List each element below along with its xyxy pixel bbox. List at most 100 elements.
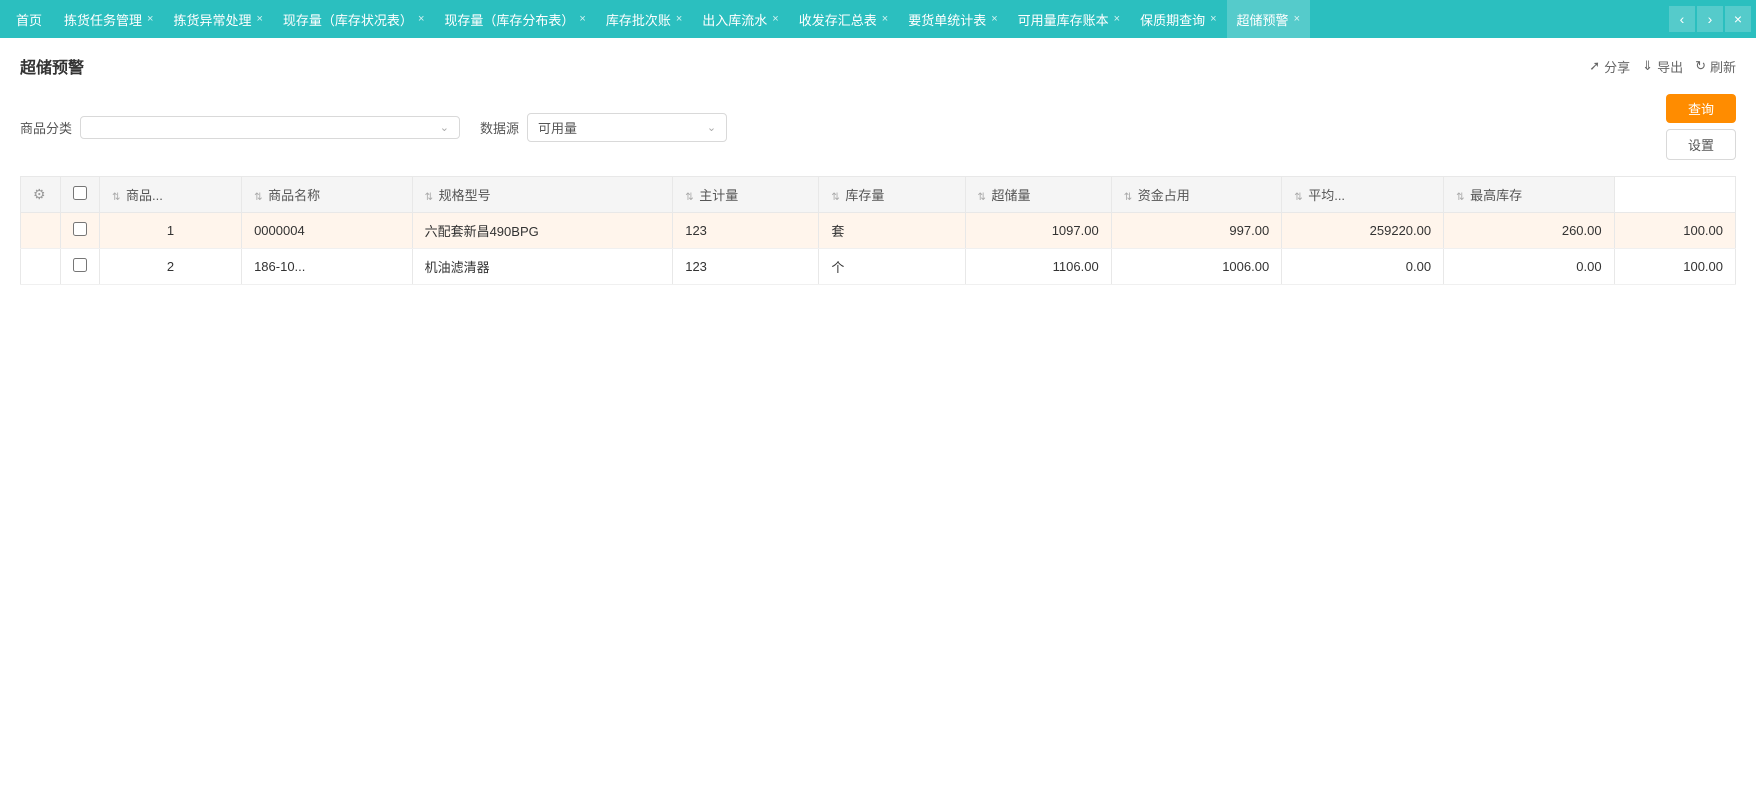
th-capital-occupy[interactable]: ⇅ 资金占用 [1111, 177, 1282, 213]
product-category-filter: 商品分类 ⌄ [20, 116, 460, 139]
row-gear-cell [21, 213, 61, 249]
page-container: 超储预警 ➚ 分享 ⇓ 导出 ↻ 刷新 商品分类 ⌄ 数据源 [0, 38, 1756, 800]
nav-next-button[interactable]: › [1697, 6, 1723, 32]
refresh-button[interactable]: ↻ 刷新 [1695, 57, 1736, 76]
sort-icon-avg-cost: ⇅ [1294, 192, 1302, 203]
th-product-code[interactable]: ⇅ 商品... [100, 177, 242, 213]
filter-row: 商品分类 ⌄ 数据源 可用量 ⌄ 查询 设置 [20, 94, 1736, 160]
data-source-filter: 数据源 可用量 ⌄ [480, 113, 727, 142]
row-gear-cell [21, 249, 61, 285]
nav-close-button[interactable]: × [1725, 6, 1751, 32]
nav-tab-7[interactable]: 要货单统计表 × [898, 0, 1007, 38]
th-spec[interactable]: ⇅ 规格型号 [412, 177, 673, 213]
data-table: ⚙ ⇅ 商品... ⇅ 商品名称 ⇅ 规格型号 ⇅ [20, 176, 1736, 285]
row-spec-0: 123 [673, 213, 819, 249]
table-row: 2 186-10... 机油滤清器 123 个 1106.00 1006.00 … [21, 249, 1736, 285]
select-all-checkbox[interactable] [73, 186, 87, 200]
row-over-stock-0: 997.00 [1111, 213, 1282, 249]
data-source-select[interactable]: 可用量 ⌄ [527, 113, 727, 142]
th-max-stock[interactable]: ⇅ 最高库存 [1444, 177, 1615, 213]
data-source-chevron: ⌄ [707, 121, 716, 134]
row-checkbox-cell [61, 249, 100, 285]
share-icon: ➚ [1589, 58, 1600, 74]
row-checkbox-cell [61, 213, 100, 249]
close-tab-9[interactable]: × [1210, 13, 1216, 25]
nav-tab-5[interactable]: 出入库流水 × [692, 0, 788, 38]
column-settings-icon[interactable]: ⚙ [33, 186, 46, 202]
th-stock[interactable]: ⇅ 库存量 [819, 177, 965, 213]
data-source-label: 数据源 [480, 118, 519, 137]
row-num-1: 2 [100, 249, 242, 285]
nav-tab-1[interactable]: 拣货异常处理 × [163, 0, 272, 38]
row-unit-0: 套 [819, 213, 965, 249]
row-stock-1: 1106.00 [965, 249, 1111, 285]
nav-tab-2[interactable]: 现存量（库存状况表） × [273, 0, 434, 38]
close-tab-10[interactable]: × [1294, 13, 1300, 25]
close-tab-4[interactable]: × [676, 13, 682, 25]
th-avg-cost[interactable]: ⇅ 平均... [1282, 177, 1444, 213]
filter-actions: 查询 设置 [1666, 94, 1736, 160]
sort-icon-unit: ⇅ [685, 192, 693, 203]
sort-icon-product-code: ⇅ [112, 192, 120, 203]
export-button[interactable]: ⇓ 导出 [1642, 57, 1683, 76]
close-tab-5[interactable]: × [772, 13, 778, 25]
table-row: 1 0000004 六配套新昌490BPG 123 套 1097.00 997.… [21, 213, 1736, 249]
nav-tab-10[interactable]: 超储预警 × [1227, 0, 1310, 38]
nav-tab-6[interactable]: 收发存汇总表 × [789, 0, 898, 38]
row-product-name-1: 机油滤清器 [412, 249, 673, 285]
page-title: 超储预警 [20, 54, 84, 78]
sort-icon-max-stock: ⇅ [1456, 192, 1464, 203]
close-tab-1[interactable]: × [256, 13, 262, 25]
row-num-0: 1 [100, 213, 242, 249]
product-category-select[interactable]: ⌄ [80, 116, 460, 139]
th-checkbox [61, 177, 100, 213]
row-max-stock-0: 100.00 [1614, 213, 1735, 249]
share-button[interactable]: ➚ 分享 [1589, 57, 1630, 76]
nav-arrows: ‹ › × [1668, 6, 1752, 32]
nav-tab-3[interactable]: 现存量（库存分布表） × [434, 0, 595, 38]
nav-tab-8[interactable]: 可用量库存账本 × [1008, 0, 1130, 38]
page-header: 超储预警 ➚ 分享 ⇓ 导出 ↻ 刷新 [20, 54, 1736, 78]
top-nav: 首页 拣货任务管理 × 拣货异常处理 × 现存量（库存状况表） × 现存量（库存… [0, 0, 1756, 38]
close-tab-7[interactable]: × [991, 13, 997, 25]
close-tab-0[interactable]: × [147, 13, 153, 25]
data-source-value: 可用量 [538, 118, 577, 137]
row-capital-occupy-0: 259220.00 [1282, 213, 1444, 249]
row-stock-0: 1097.00 [965, 213, 1111, 249]
th-product-name[interactable]: ⇅ 商品名称 [242, 177, 413, 213]
product-category-label: 商品分类 [20, 118, 72, 137]
row-checkbox-0[interactable] [73, 222, 87, 236]
sort-icon-spec: ⇅ [425, 192, 433, 203]
close-tab-2[interactable]: × [418, 13, 424, 25]
row-product-name-0: 六配套新昌490BPG [412, 213, 673, 249]
sort-icon-over-stock: ⇅ [978, 192, 986, 203]
close-tab-8[interactable]: × [1114, 13, 1120, 25]
sort-icon-product-name: ⇅ [254, 192, 262, 203]
nav-prev-button[interactable]: ‹ [1669, 6, 1695, 32]
row-product-code-0: 0000004 [242, 213, 413, 249]
product-category-chevron: ⌄ [440, 121, 449, 134]
row-checkbox-1[interactable] [73, 258, 87, 272]
row-unit-1: 个 [819, 249, 965, 285]
row-avg-cost-1: 0.00 [1444, 249, 1615, 285]
export-icon: ⇓ [1642, 58, 1653, 74]
nav-home[interactable]: 首页 [4, 10, 54, 29]
th-unit[interactable]: ⇅ 主计量 [673, 177, 819, 213]
query-button[interactable]: 查询 [1666, 94, 1736, 123]
header-actions: ➚ 分享 ⇓ 导出 ↻ 刷新 [1589, 57, 1736, 76]
row-avg-cost-0: 260.00 [1444, 213, 1615, 249]
th-gear: ⚙ [21, 177, 61, 213]
nav-tab-9[interactable]: 保质期查询 × [1130, 0, 1226, 38]
row-spec-1: 123 [673, 249, 819, 285]
row-product-code-1: 186-10... [242, 249, 413, 285]
nav-tab-4[interactable]: 库存批次账 × [596, 0, 692, 38]
settings-button[interactable]: 设置 [1666, 129, 1736, 160]
table-header-row: ⚙ ⇅ 商品... ⇅ 商品名称 ⇅ 规格型号 ⇅ [21, 177, 1736, 213]
sort-icon-capital-occupy: ⇅ [1124, 192, 1132, 203]
close-tab-6[interactable]: × [882, 13, 888, 25]
nav-tab-0[interactable]: 拣货任务管理 × [54, 0, 163, 38]
row-capital-occupy-1: 0.00 [1282, 249, 1444, 285]
row-max-stock-1: 100.00 [1614, 249, 1735, 285]
close-tab-3[interactable]: × [579, 13, 585, 25]
th-over-stock[interactable]: ⇅ 超储量 [965, 177, 1111, 213]
